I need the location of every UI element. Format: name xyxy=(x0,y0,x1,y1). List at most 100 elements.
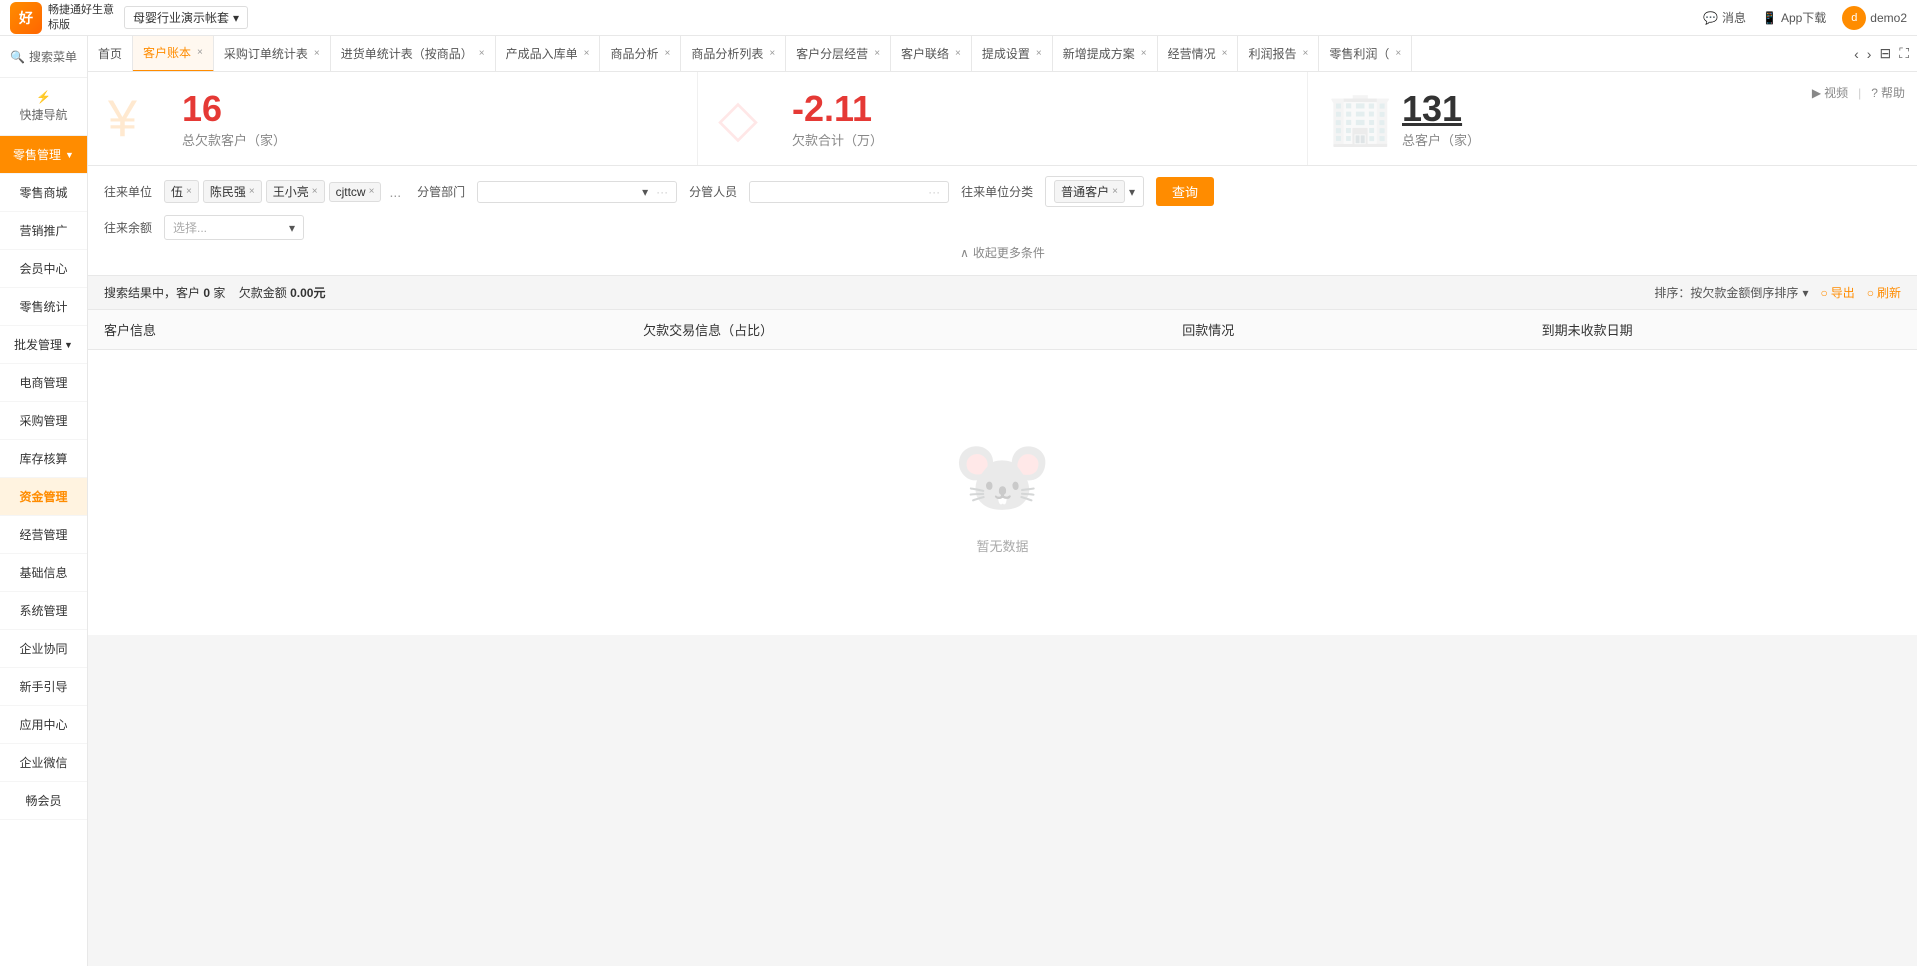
tab-fullscreen-btn[interactable]: ⛶ xyxy=(1897,43,1911,64)
tab-cost-inbound[interactable]: 产成品入库单 × xyxy=(496,36,601,72)
collapse-row: ∧ 收起更多条件 xyxy=(104,240,1901,265)
chevron-down-icon: ▾ xyxy=(233,11,239,25)
sidebar-item-enterprise-wechat[interactable]: 企业微信 xyxy=(0,744,87,782)
close-tab-customer-account[interactable]: × xyxy=(197,47,203,58)
video-btn[interactable]: ▶ 视频 xyxy=(1812,84,1848,101)
balance-select[interactable]: 选择... ▾ xyxy=(164,215,304,240)
tab-home[interactable]: 首页 xyxy=(88,36,133,72)
tab-new-improve[interactable]: 新增提成方案 × xyxy=(1053,36,1158,72)
th-customer-info: 客户信息 xyxy=(104,320,643,339)
filter-more-tags[interactable]: ... xyxy=(385,184,405,200)
close-tab-product-analysis[interactable]: × xyxy=(664,48,670,59)
empty-state: 🐭 暂无数据 xyxy=(88,350,1917,635)
sidebar-item-purchase[interactable]: 采购管理 xyxy=(0,402,87,440)
tab-more-btn[interactable]: ⊟ xyxy=(1877,43,1893,64)
close-tab-product-analysis-list[interactable]: × xyxy=(769,48,775,59)
tab-customer-contact[interactable]: 客户联络 × xyxy=(891,36,972,72)
refresh-btn[interactable]: ○ 刷新 xyxy=(1867,284,1901,301)
sidebar-item-marketing[interactable]: 营销推广 xyxy=(0,212,87,250)
close-tab-inbound-stats[interactable]: × xyxy=(479,48,485,59)
remove-tag-cjttcw[interactable]: × xyxy=(369,186,375,197)
sidebar-item-retail-stats[interactable]: 零售统计 xyxy=(0,288,87,326)
building-icon: 🏢 xyxy=(1328,88,1393,149)
sidebar-item-retail-shop[interactable]: 零售商城 xyxy=(0,174,87,212)
tab-retail-profit[interactable]: 零售利润（ × xyxy=(1319,36,1412,72)
unit-class-select[interactable]: 普通客户 × ▾ xyxy=(1045,176,1144,207)
close-tab-purchase-order[interactable]: × xyxy=(314,48,320,59)
sidebar-item-operations[interactable]: 经营管理 xyxy=(0,516,87,554)
export-btn[interactable]: ○ 导出 xyxy=(1820,284,1854,301)
more-person[interactable]: ··· xyxy=(928,185,940,199)
remove-tag-wu[interactable]: × xyxy=(186,186,192,197)
sidebar-item-enterprise[interactable]: 企业协同 xyxy=(0,630,87,668)
sidebar-item-retail-mgmt[interactable]: 零售管理 ▼ xyxy=(0,136,87,174)
user-avatar-btn[interactable]: d demo2 xyxy=(1842,6,1907,30)
dept-select[interactable]: ▾ ··· xyxy=(477,181,677,203)
clear-dept[interactable]: ··· xyxy=(656,185,668,199)
tab-customer-segment[interactable]: 客户分层经营 × xyxy=(786,36,891,72)
th-debt-info: 欠款交易信息（占比） xyxy=(643,320,1182,339)
summary-card-amount: ◇ -2.11 欠款合计（万） xyxy=(698,72,1308,165)
tab-scroll-left-btn[interactable]: ‹ xyxy=(1852,44,1861,64)
app-download-btn[interactable]: 📱 App下载 xyxy=(1762,9,1826,26)
sidebar-item-ecommerce[interactable]: 电商管理 xyxy=(0,364,87,402)
search-menu-btn[interactable]: 🔍 搜索菜单 xyxy=(6,44,81,69)
sidebar-item-newbie[interactable]: 新手引导 xyxy=(0,668,87,706)
remove-tag-chen[interactable]: × xyxy=(249,186,255,197)
close-tab-improve-settings[interactable]: × xyxy=(1036,48,1042,59)
tab-customer-account[interactable]: 客户账本 × xyxy=(133,36,214,72)
person-select[interactable]: ··· xyxy=(749,181,949,203)
tab-operations-status[interactable]: 经营情况 × xyxy=(1158,36,1239,72)
quick-nav-btn[interactable]: ⚡ 快捷导航 xyxy=(0,82,87,131)
close-tab-cost-inbound[interactable]: × xyxy=(584,48,590,59)
filter-tag-cjttcw: cjttcw × xyxy=(329,182,382,202)
page-content: ¥ 16 总欠款客户（家） ◇ -2.11 欠款合计（万） xyxy=(88,72,1917,966)
sidebar-item-base-info[interactable]: 基础信息 xyxy=(0,554,87,592)
sidebar-search-area: 🔍 搜索菜单 xyxy=(0,36,87,78)
tab-purchase-order[interactable]: 采购订单统计表 × xyxy=(214,36,331,72)
industry-select[interactable]: 母婴行业演示帐套 ▾ xyxy=(124,6,248,29)
results-actions: 排序：按欠款金额倒序排序 ▾ ○ 导出 ○ 刷新 xyxy=(1654,284,1901,301)
chevron-down-unit-class: ▾ xyxy=(1129,185,1135,199)
results-bar: 搜索结果中，客户 0 家 欠款金额 0.00元 排序：按欠款金额倒序排序 ▾ xyxy=(88,276,1917,310)
sidebar-item-member-vip[interactable]: 畅会员 xyxy=(0,782,87,820)
remove-tag-wang[interactable]: × xyxy=(312,186,318,197)
sidebar: 🔍 搜索菜单 ⚡ 快捷导航 零售管理 ▼ 零售商城 营销推广 会员中心 零售统计 xyxy=(0,36,88,966)
query-button[interactable]: 查询 xyxy=(1156,177,1214,206)
sidebar-item-capital[interactable]: 资金管理 xyxy=(0,478,87,516)
close-tab-new-improve[interactable]: × xyxy=(1141,48,1147,59)
tab-product-analysis[interactable]: 商品分析 × xyxy=(600,36,681,72)
remove-unit-class[interactable]: × xyxy=(1112,186,1118,197)
results-info: 搜索结果中，客户 0 家 欠款金额 0.00元 xyxy=(104,284,325,301)
sort-select[interactable]: 排序：按欠款金额倒序排序 ▾ xyxy=(1654,284,1808,301)
message-btn[interactable]: 💬 消息 xyxy=(1703,9,1746,26)
top-bar: 好 畅捷通好生意 标版 母婴行业演示帐套 ▾ 💬 消息 📱 App下载 d de… xyxy=(0,0,1917,36)
empty-icon: 🐭 xyxy=(953,430,1053,524)
close-tab-operations-status[interactable]: × xyxy=(1222,48,1228,59)
help-btn[interactable]: ? 帮助 xyxy=(1871,84,1905,101)
sidebar-item-app-center[interactable]: 应用中心 xyxy=(0,706,87,744)
tab-bar: 首页 客户账本 × 采购订单统计表 × 进货单统计表（按商品） × 产成品入库单… xyxy=(88,36,1917,72)
total-customers-label: 总客户（家） xyxy=(1402,130,1480,149)
tab-inbound-stats[interactable]: 进货单统计表（按商品） × xyxy=(331,36,496,72)
sidebar-item-inventory[interactable]: 库存核算 xyxy=(0,440,87,478)
summary-card-total-customers: 🏢 131 总客户（家） ▶ 视频 | ? xyxy=(1308,72,1917,165)
close-tab-retail-profit[interactable]: × xyxy=(1395,48,1401,59)
chevron-down-dept: ▾ xyxy=(642,185,648,199)
close-tab-profit-report[interactable]: × xyxy=(1302,48,1308,59)
close-tab-customer-contact[interactable]: × xyxy=(955,48,961,59)
tab-profit-report[interactable]: 利润报告 × xyxy=(1238,36,1319,72)
summary-row: ¥ 16 总欠款客户（家） ◇ -2.11 欠款合计（万） xyxy=(88,72,1917,166)
unit-filter-tags: 伍 × 陈民强 × 王小亮 × xyxy=(164,180,405,203)
data-table: 客户信息 欠款交易信息（占比） 回款情况 到期未收款日期 🐭 暂无数据 xyxy=(88,310,1917,635)
sidebar-item-wholesale[interactable]: 批发管理 ▼ xyxy=(0,326,87,364)
tab-product-analysis-list[interactable]: 商品分析列表 × xyxy=(681,36,786,72)
collapse-btn[interactable]: ∧ 收起更多条件 xyxy=(960,244,1045,261)
chevron-down-sort: ▾ xyxy=(1802,286,1808,300)
close-tab-customer-segment[interactable]: × xyxy=(874,48,880,59)
chevron-down-balance: ▾ xyxy=(289,221,295,235)
tab-improve-settings[interactable]: 提成设置 × xyxy=(972,36,1053,72)
sidebar-item-system[interactable]: 系统管理 xyxy=(0,592,87,630)
sidebar-item-member[interactable]: 会员中心 xyxy=(0,250,87,288)
tab-scroll-right-btn[interactable]: › xyxy=(1865,44,1874,64)
